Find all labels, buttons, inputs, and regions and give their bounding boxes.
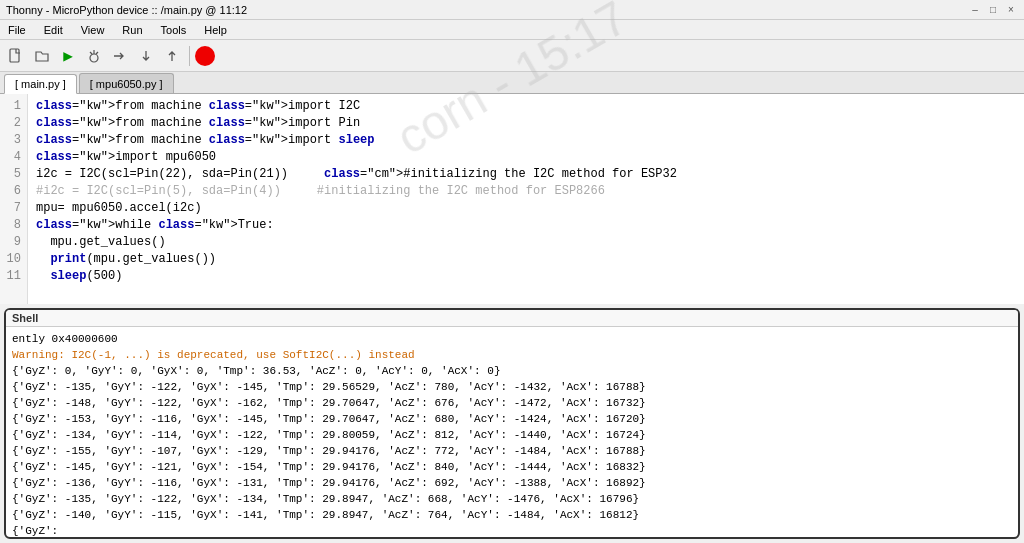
line-number-2: 2 <box>6 115 21 132</box>
shell-line: {'GyZ': -155, 'GyY': -107, 'GyX': -129, … <box>12 443 1012 459</box>
shell-line: {'GyZ': -145, 'GyY': -121, 'GyX': -154, … <box>12 459 1012 475</box>
toolbar: ▶ <box>0 40 1024 72</box>
svg-point-1 <box>90 54 98 62</box>
code-line-6: #i2c = I2C(scl=Pin(5), sda=Pin(4)) #init… <box>36 183 1016 200</box>
code-line-4: class="kw">import mpu6050 <box>36 149 1016 166</box>
menu-item-edit[interactable]: Edit <box>40 23 67 37</box>
shell-line: {'GyZ': -134, 'GyY': -114, 'GyX': -122, … <box>12 427 1012 443</box>
line-number-11: 11 <box>6 268 21 285</box>
shell-output[interactable]: ently 0x40000600Warning: I2C(-1, ...) is… <box>6 327 1018 537</box>
shell-line: {'GyZ': -153, 'GyY': -116, 'GyX': -145, … <box>12 411 1012 427</box>
tab-mpu6050py[interactable]: [ mpu6050.py ] <box>79 73 174 93</box>
toolbar-separator <box>189 46 190 66</box>
svg-line-3 <box>90 52 92 54</box>
svg-rect-0 <box>10 49 19 62</box>
main-content: 1234567891011 class="kw">from machine cl… <box>0 94 1024 543</box>
stop-button[interactable] <box>195 46 215 66</box>
svg-line-4 <box>96 52 98 54</box>
shell-line: {'GyZ': -136, 'GyY': -116, 'GyX': -131, … <box>12 475 1012 491</box>
shell-line: {'GyZ': -135, 'GyY': -122, 'GyX': -134, … <box>12 491 1012 507</box>
window-controls: – □ × <box>968 3 1018 17</box>
code-line-3: class="kw">from machine class="kw">impor… <box>36 132 1016 149</box>
code-content[interactable]: class="kw">from machine class="kw">impor… <box>28 94 1024 304</box>
code-editor[interactable]: 1234567891011 class="kw">from machine cl… <box>0 94 1024 304</box>
step-over-button[interactable] <box>108 44 132 68</box>
maximize-button[interactable]: □ <box>986 3 1000 17</box>
line-number-7: 7 <box>6 200 21 217</box>
line-number-4: 4 <box>6 149 21 166</box>
step-into-button[interactable] <box>134 44 158 68</box>
menu-item-help[interactable]: Help <box>200 23 231 37</box>
shell-line: {'GyZ': 0, 'GyY': 0, 'GyX': 0, 'Tmp': 36… <box>12 363 1012 379</box>
shell-line: Warning: I2C(-1, ...) is deprecated, use… <box>12 347 1012 363</box>
line-number-3: 3 <box>6 132 21 149</box>
code-line-5: i2c = I2C(scl=Pin(22), sda=Pin(21)) clas… <box>36 166 1016 183</box>
step-out-button[interactable] <box>160 44 184 68</box>
window-title: Thonny - MicroPython device :: /main.py … <box>6 4 247 16</box>
minimize-button[interactable]: – <box>968 3 982 17</box>
code-line-11: sleep(500) <box>36 268 1016 285</box>
menu-item-run[interactable]: Run <box>118 23 146 37</box>
menu-bar: File Edit View Run Tools Help <box>0 20 1024 40</box>
line-number-8: 8 <box>6 217 21 234</box>
title-bar: Thonny - MicroPython device :: /main.py … <box>0 0 1024 20</box>
line-number-9: 9 <box>6 234 21 251</box>
code-line-10: print(mpu.get_values()) <box>36 251 1016 268</box>
shell-line: {'GyZ': <box>12 523 1012 537</box>
code-line-7: mpu= mpu6050.accel(i2c) <box>36 200 1016 217</box>
code-line-8: class="kw">while class="kw">True: <box>36 217 1016 234</box>
shell-line: {'GyZ': -140, 'GyY': -115, 'GyX': -141, … <box>12 507 1012 523</box>
run-button[interactable]: ▶ <box>56 44 80 68</box>
menu-item-view[interactable]: View <box>77 23 109 37</box>
line-number-6: 6 <box>6 183 21 200</box>
shell-line: ently 0x40000600 <box>12 331 1012 347</box>
open-button[interactable] <box>30 44 54 68</box>
shell-line: {'GyZ': -148, 'GyY': -122, 'GyX': -162, … <box>12 395 1012 411</box>
tab-mainpy[interactable]: [ main.py ] <box>4 74 77 94</box>
new-button[interactable] <box>4 44 28 68</box>
line-number-5: 5 <box>6 166 21 183</box>
code-line-2: class="kw">from machine class="kw">impor… <box>36 115 1016 132</box>
code-line-9: mpu.get_values() <box>36 234 1016 251</box>
close-button[interactable]: × <box>1004 3 1018 17</box>
tabs: [ main.py ][ mpu6050.py ] <box>0 72 1024 94</box>
shell-header: Shell <box>6 310 1018 327</box>
shell-area: Shell ently 0x40000600Warning: I2C(-1, .… <box>4 308 1020 539</box>
line-number-1: 1 <box>6 98 21 115</box>
code-line-1: class="kw">from machine class="kw">impor… <box>36 98 1016 115</box>
menu-item-tools[interactable]: Tools <box>157 23 191 37</box>
code-lines: 1234567891011 class="kw">from machine cl… <box>0 94 1024 304</box>
shell-line: {'GyZ': -135, 'GyY': -122, 'GyX': -145, … <box>12 379 1012 395</box>
line-number-10: 10 <box>6 251 21 268</box>
debug-button[interactable] <box>82 44 106 68</box>
line-numbers: 1234567891011 <box>0 94 28 304</box>
menu-item-file[interactable]: File <box>4 23 30 37</box>
